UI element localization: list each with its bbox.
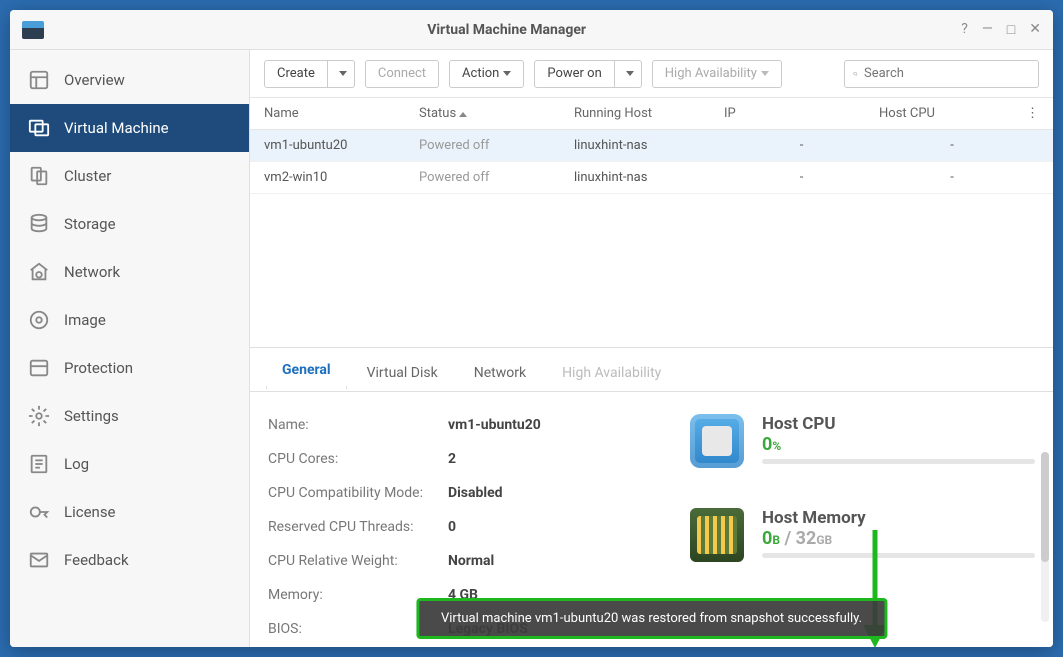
sidebar-item-label: Overview [64, 71, 125, 89]
titlebar: Virtual Machine Manager ? — □ ✕ [10, 10, 1053, 50]
col-header-host[interactable]: Running Host [574, 106, 724, 121]
app-icon [22, 21, 44, 39]
main-content: Create Connect Action Power on High Avai… [250, 50, 1053, 647]
sidebar-item-label: Network [64, 263, 120, 281]
poweron-dropdown[interactable] [615, 60, 642, 88]
tab-general[interactable]: General [264, 352, 349, 391]
sidebar-item-license[interactable]: License [10, 488, 249, 536]
create-dropdown[interactable] [328, 60, 355, 88]
sidebar-item-image[interactable]: Image [10, 296, 249, 344]
image-icon [28, 309, 50, 331]
tab-ha: High Availability [544, 355, 679, 391]
license-icon [28, 501, 50, 523]
close-icon[interactable]: ✕ [1029, 21, 1041, 38]
mem-bar [762, 553, 1035, 558]
tab-network[interactable]: Network [456, 355, 544, 391]
poweron-button[interactable]: Power on [534, 60, 614, 88]
sidebar-item-label: Image [64, 311, 106, 329]
sidebar-item-label: Protection [64, 359, 133, 377]
create-button[interactable]: Create [264, 60, 328, 88]
sidebar-item-label: Log [64, 455, 89, 473]
sidebar-item-protection[interactable]: Protection [10, 344, 249, 392]
toast-message: Virtual machine vm1-ubuntu20 was restore… [416, 598, 887, 639]
sidebar-item-virtual-machine[interactable]: Virtual Machine [10, 104, 249, 152]
log-icon [28, 453, 50, 475]
sidebar-item-network[interactable]: Network [10, 248, 249, 296]
overview-icon [28, 69, 50, 91]
sidebar-item-label: Settings [64, 407, 119, 425]
detail-panel: General Virtual Disk Network High Availa… [250, 347, 1053, 647]
col-header-ip[interactable]: IP [724, 106, 879, 121]
metric-mem-title: Host Memory [762, 508, 1035, 528]
sidebar-item-log[interactable]: Log [10, 440, 249, 488]
feedback-icon [28, 549, 50, 571]
action-button[interactable]: Action [449, 60, 524, 88]
toast: Virtual machine vm1-ubuntu20 was restore… [416, 598, 887, 639]
sidebar-item-cluster[interactable]: Cluster [10, 152, 249, 200]
cpu-icon [690, 414, 744, 468]
sidebar-item-storage[interactable]: Storage [10, 200, 249, 248]
cluster-icon [28, 165, 50, 187]
cpu-bar [762, 459, 1035, 464]
sidebar-item-feedback[interactable]: Feedback [10, 536, 249, 584]
sidebar-item-label: Storage [64, 215, 116, 233]
maximize-icon[interactable]: □ [1007, 21, 1015, 38]
toolbar: Create Connect Action Power on High Avai… [250, 50, 1053, 98]
table-row[interactable]: vm2-win10 Powered off linuxhint-nas - - [250, 162, 1053, 194]
sidebar-item-label: Feedback [64, 551, 129, 569]
tab-virtual-disk[interactable]: Virtual Disk [349, 355, 456, 391]
sidebar-item-settings[interactable]: Settings [10, 392, 249, 440]
sidebar: Overview Virtual Machine Cluster Storage… [10, 50, 250, 647]
minimize-icon[interactable]: — [982, 21, 993, 38]
connect-button[interactable]: Connect [365, 60, 439, 88]
sidebar-item-label: Cluster [64, 167, 111, 185]
app-window: Virtual Machine Manager ? — □ ✕ Overview… [10, 10, 1053, 647]
table-row[interactable]: vm1-ubuntu20 Powered off linuxhint-nas -… [250, 130, 1053, 162]
search-box[interactable] [844, 60, 1039, 88]
settings-icon [28, 405, 50, 427]
sidebar-item-label: Virtual Machine [64, 119, 169, 137]
sidebar-item-label: License [64, 503, 116, 521]
col-header-status[interactable]: Status [419, 106, 574, 121]
col-header-cpu[interactable]: Host CPU [879, 106, 1025, 121]
window-title: Virtual Machine Manager [52, 22, 961, 38]
memory-icon [690, 508, 744, 562]
col-header-name[interactable]: Name [264, 106, 419, 121]
help-icon[interactable]: ? [961, 21, 968, 38]
storage-icon [28, 213, 50, 235]
metric-cpu-title: Host CPU [762, 414, 1035, 434]
sidebar-item-overview[interactable]: Overview [10, 56, 249, 104]
search-input[interactable] [864, 66, 1030, 81]
detail-tabs: General Virtual Disk Network High Availa… [250, 348, 1053, 392]
network-icon [28, 261, 50, 283]
search-icon [853, 67, 858, 81]
protection-icon [28, 357, 50, 379]
scrollbar[interactable] [1041, 452, 1049, 622]
col-more-icon[interactable]: ⋮ [1025, 106, 1039, 121]
table-header: Name Status Running Host IP Host CPU ⋮ [250, 98, 1053, 130]
vm-icon [28, 117, 50, 139]
sort-asc-icon [459, 112, 467, 117]
ha-button[interactable]: High Availability [652, 60, 782, 88]
